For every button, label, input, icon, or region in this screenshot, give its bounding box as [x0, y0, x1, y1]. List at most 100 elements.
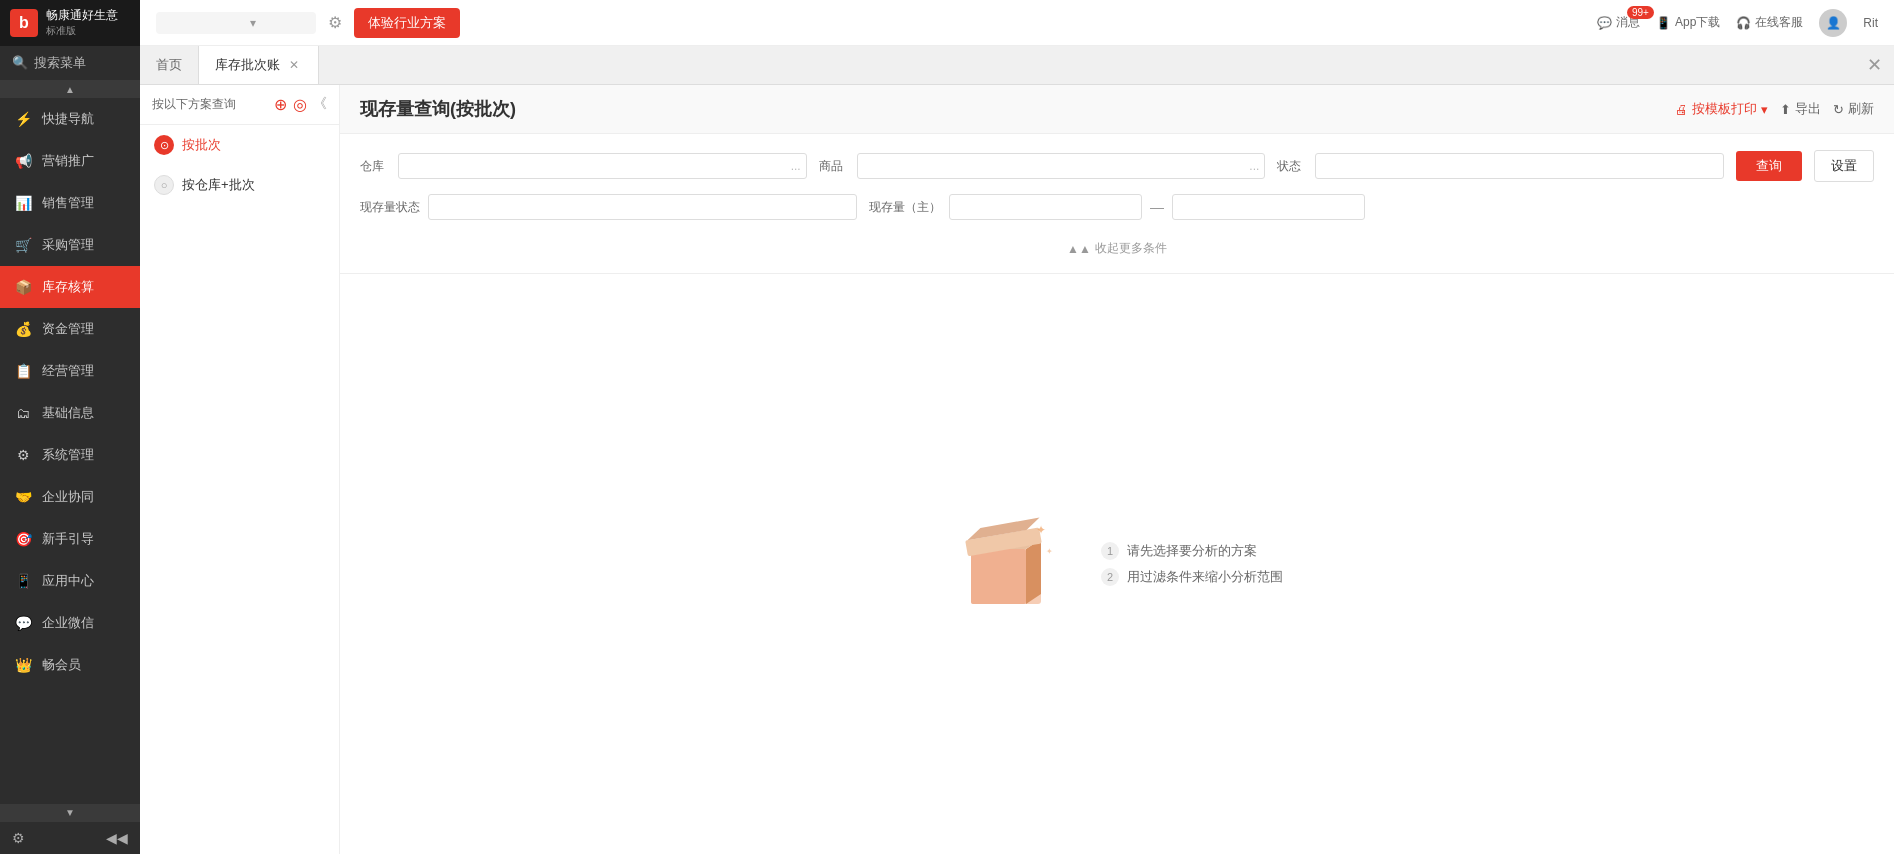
inventory-status-input-wrap	[428, 194, 857, 220]
refresh-icon: ↻	[1833, 102, 1844, 117]
topbar-chevron-icon: ▾	[250, 16, 256, 30]
empty-content: ✦ ✦ 1 请先选择要分析的方案 2 用过滤条件来缩小分析范围	[951, 504, 1283, 624]
collapse-panel-icon[interactable]: 《	[313, 95, 327, 114]
print-icon: 🖨	[1675, 102, 1688, 117]
sidebar-nav: ⚡ 快捷导航 📢 营销推广 📊 销售管理 🛒 采购管理 📦 库存核算 💰 资金管…	[0, 98, 140, 804]
sidebar-header: b 畅康通好生意 标准版	[0, 0, 140, 46]
warehouse-more-icon[interactable]: ...	[791, 159, 801, 173]
hint-text-2: 用过滤条件来缩小分析范围	[1127, 568, 1283, 586]
edition-label: 标准版	[46, 24, 118, 38]
marketing-icon: 📢	[14, 152, 32, 170]
experience-btn[interactable]: 体验行业方案	[354, 8, 460, 38]
warehouse-label: 仓库	[360, 158, 390, 175]
page-title: 现存量查询(按批次)	[360, 97, 516, 121]
product-more-icon[interactable]: ...	[1249, 159, 1259, 173]
plan-icon-batch: ⊙	[154, 135, 174, 155]
collapse-more-btn[interactable]: ▲▲ 收起更多条件	[360, 232, 1874, 257]
left-panel: 按以下方案查询 ⊕ ◎ 《 ⊙ 按批次 ○ 按仓库+批次	[140, 85, 340, 854]
inventory-status-label: 现存量状态	[360, 199, 420, 216]
empty-state: ✦ ✦ 1 请先选择要分析的方案 2 用过滤条件来缩小分析范围	[340, 274, 1894, 854]
member-label: 畅会员	[42, 656, 81, 674]
sidebar-item-marketing[interactable]: 📢 营销推广	[0, 140, 140, 182]
query-btn[interactable]: 查询	[1736, 151, 1802, 181]
app-logo: b	[10, 9, 38, 37]
sidebar-item-app-center[interactable]: 📱 应用中心	[0, 560, 140, 602]
finance-label: 资金管理	[42, 320, 94, 338]
product-field: 商品 ...	[819, 153, 1266, 179]
tab-home[interactable]: 首页	[140, 46, 199, 84]
hint-item-1: 1 请先选择要分析的方案	[1101, 542, 1283, 560]
export-btn[interactable]: ⬆ 导出	[1780, 100, 1821, 118]
sidebar-item-inventory[interactable]: 📦 库存核算	[0, 266, 140, 308]
sidebar-item-finance[interactable]: 💰 资金管理	[0, 308, 140, 350]
topbar-gear-icon[interactable]: ⚙	[328, 13, 342, 32]
sidebar-item-operations[interactable]: 📋 经营管理	[0, 350, 140, 392]
status-select[interactable]	[1315, 153, 1724, 179]
inventory-qty-max-input[interactable]	[1172, 194, 1365, 220]
plan-settings-icon[interactable]: ◎	[293, 95, 307, 114]
topbar-right: 💬 消息 99+ 📱 App下载 🎧 在线客服 👤 Rit	[1597, 9, 1878, 37]
status-label: 状态	[1277, 158, 1307, 175]
filter-area: 仓库 ... 商品 ... 状态	[340, 134, 1894, 274]
tab-bar-close-icon[interactable]: ✕	[1855, 54, 1894, 76]
tab-home-label: 首页	[156, 56, 182, 74]
inventory-qty-label: 现存量（主）	[869, 199, 941, 216]
tab-close-icon[interactable]: ✕	[286, 57, 302, 73]
app-download-label: App下载	[1675, 14, 1720, 31]
marketing-label: 营销推广	[42, 152, 94, 170]
message-btn[interactable]: 💬 消息 99+	[1597, 14, 1640, 31]
product-input[interactable]	[857, 153, 1266, 179]
search-menu-label: 搜索菜单	[34, 54, 86, 72]
filter-row-2: 现存量状态 现存量（主） —	[360, 194, 1874, 220]
topbar: ▾ ⚙ 体验行业方案 💬 消息 99+ 📱 App下载 🎧 在线客服 👤 Rit	[140, 0, 1894, 46]
search-icon: 🔍	[12, 55, 28, 70]
page-header: 现存量查询(按批次) 🖨 按模板打印 ▾ ⬆ 导出 ↻ 刷新	[340, 85, 1894, 134]
inventory-qty-min-input[interactable]	[949, 194, 1142, 220]
sales-label: 销售管理	[42, 194, 94, 212]
basic-info-label: 基础信息	[42, 404, 94, 422]
guide-icon: 🎯	[14, 530, 32, 548]
svg-text:✦: ✦	[1036, 523, 1046, 537]
sidebar-item-member[interactable]: 👑 畅会员	[0, 644, 140, 686]
message-icon: 💬	[1597, 16, 1612, 30]
sales-icon: 📊	[14, 194, 32, 212]
search-menu-item[interactable]: 🔍 搜索菜单	[0, 46, 140, 81]
settings-btn[interactable]: 设置	[1814, 150, 1874, 182]
collapse-more-label: 收起更多条件	[1095, 240, 1167, 257]
tab-inventory-batch[interactable]: 库存批次账 ✕	[199, 46, 319, 84]
topbar-search-wrap[interactable]: ▾	[156, 12, 316, 34]
sidebar-item-wechat[interactable]: 💬 企业微信	[0, 602, 140, 644]
app-download-btn[interactable]: 📱 App下载	[1656, 14, 1720, 31]
sidebar-item-quick-nav[interactable]: ⚡ 快捷导航	[0, 98, 140, 140]
warehouse-input[interactable]	[398, 153, 807, 179]
print-label: 按模板打印	[1692, 100, 1757, 118]
sidebar-item-system[interactable]: ⚙ 系统管理	[0, 434, 140, 476]
export-label: 导出	[1795, 100, 1821, 118]
refresh-btn[interactable]: ↻ 刷新	[1833, 100, 1874, 118]
online-service-btn[interactable]: 🎧 在线客服	[1736, 14, 1803, 31]
inventory-status-select[interactable]	[428, 194, 857, 220]
plan-item-warehouse-batch[interactable]: ○ 按仓库+批次	[140, 165, 339, 205]
sidebar: b 畅康通好生意 标准版 🔍 搜索菜单 ▲ ⚡ 快捷导航 📢 营销推广 📊 销售…	[0, 0, 140, 854]
scroll-down-btn[interactable]: ▼	[0, 804, 140, 821]
sidebar-item-enterprise[interactable]: 🤝 企业协同	[0, 476, 140, 518]
svg-text:✦: ✦	[1046, 547, 1053, 556]
collapse-sidebar-icon[interactable]: ◀◀	[106, 830, 128, 846]
sidebar-item-sales[interactable]: 📊 销售管理	[0, 182, 140, 224]
scroll-up-btn[interactable]: ▲	[0, 81, 140, 98]
plan-icon-warehouse-batch: ○	[154, 175, 174, 195]
user-avatar[interactable]: 👤	[1819, 9, 1847, 37]
plan-item-batch[interactable]: ⊙ 按批次	[140, 125, 339, 165]
empty-hints: 1 请先选择要分析的方案 2 用过滤条件来缩小分析范围	[1101, 542, 1283, 586]
sidebar-item-basic-info[interactable]: 🗂 基础信息	[0, 392, 140, 434]
print-btn[interactable]: 🖨 按模板打印 ▾	[1675, 100, 1768, 118]
topbar-search-input[interactable]	[164, 16, 244, 30]
sidebar-item-purchase[interactable]: 🛒 采购管理	[0, 224, 140, 266]
settings-icon[interactable]: ⚙	[12, 830, 25, 846]
member-icon: 👑	[14, 656, 32, 674]
right-main: 现存量查询(按批次) 🖨 按模板打印 ▾ ⬆ 导出 ↻ 刷新	[340, 85, 1894, 854]
add-plan-icon[interactable]: ⊕	[274, 95, 287, 114]
operations-label: 经营管理	[42, 362, 94, 380]
app-center-label: 应用中心	[42, 572, 94, 590]
sidebar-item-guide[interactable]: 🎯 新手引导	[0, 518, 140, 560]
